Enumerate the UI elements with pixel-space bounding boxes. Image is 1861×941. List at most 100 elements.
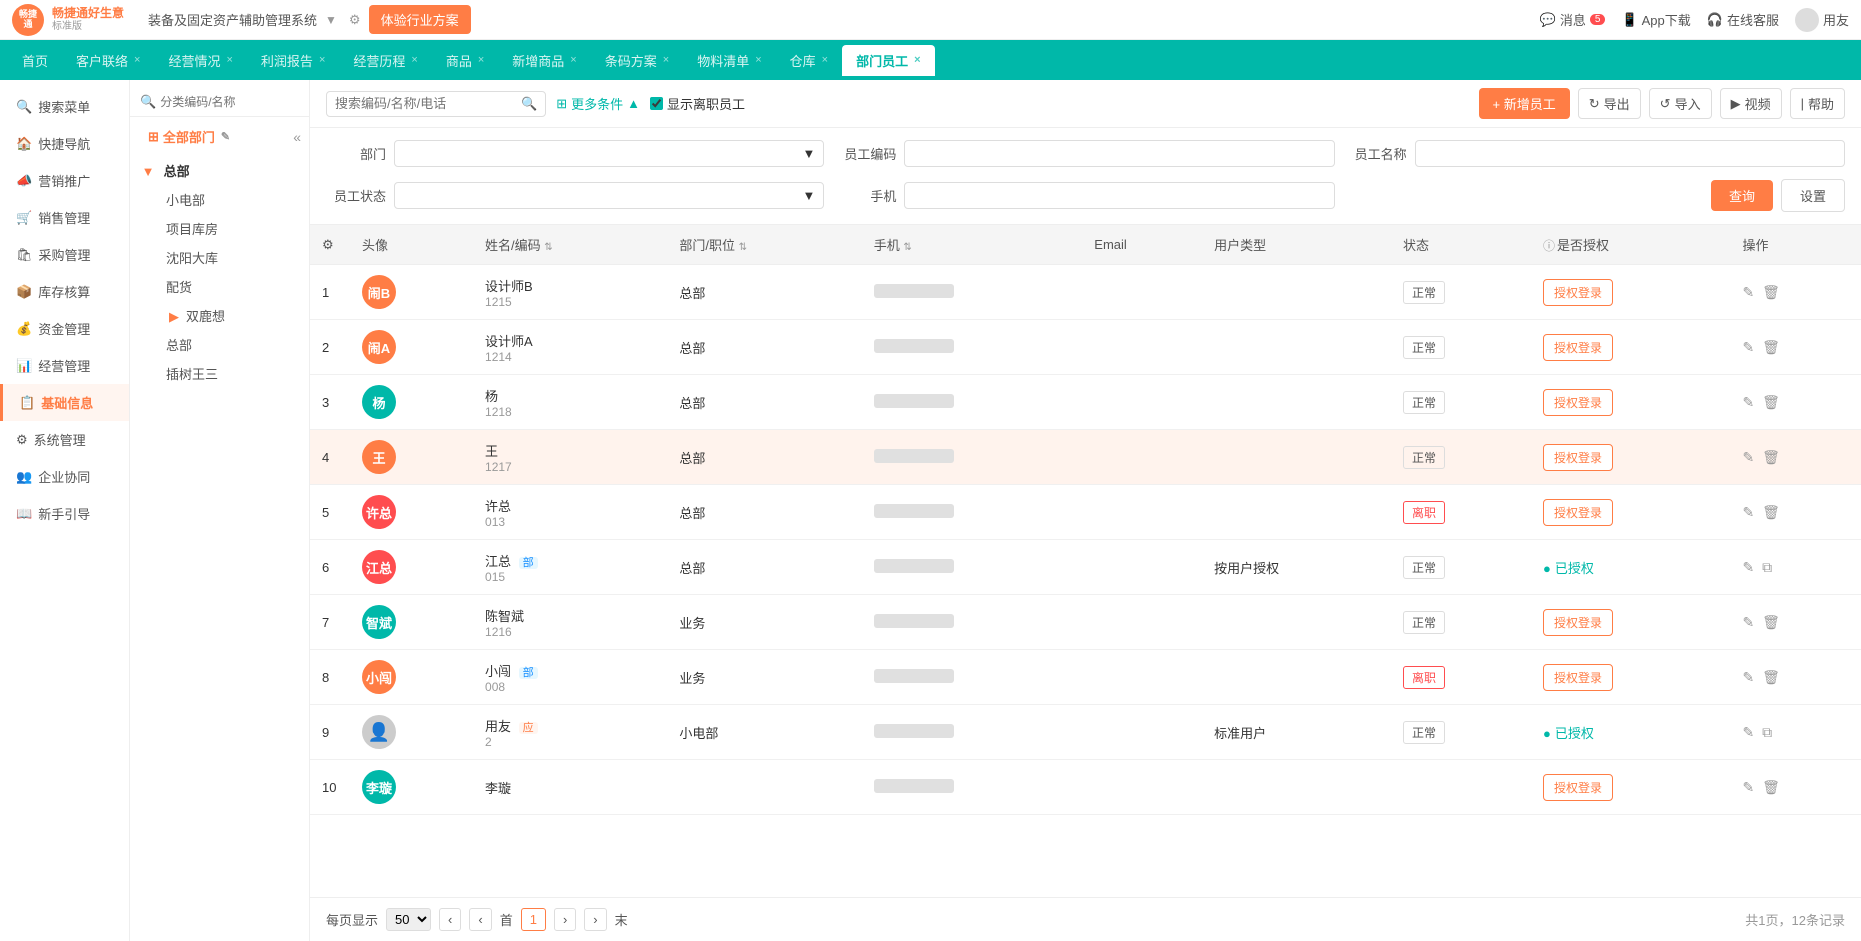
add-employee-button[interactable]: + 新增员工 [1479, 88, 1570, 119]
edit-icon[interactable]: ✎ [1742, 449, 1754, 466]
delete-icon[interactable]: 🗑 [1762, 394, 1780, 411]
dept-item-project[interactable]: 项目库房 [150, 214, 309, 243]
auth-button[interactable]: 授权登录 [1543, 664, 1613, 691]
prev-button[interactable]: ‹ [469, 908, 491, 931]
search-input[interactable] [335, 96, 515, 111]
show-resigned-input[interactable] [650, 97, 663, 110]
show-resigned-checkbox[interactable]: 显示离职员工 [650, 94, 745, 113]
close-icon[interactable]: × [822, 54, 828, 66]
sidebar-item-sales[interactable]: 🛒 销售管理 [0, 199, 129, 236]
tab-history[interactable]: 经营历程× [339, 45, 431, 76]
tab-customer[interactable]: 客户联络× [62, 45, 154, 76]
edit-icon[interactable]: ✎ [1742, 779, 1754, 796]
sidebar-item-system[interactable]: ⚙ 系统管理 [0, 421, 129, 458]
search-btn-icon[interactable]: 🔍 [521, 96, 537, 112]
col-name[interactable]: 姓名/编码 ⇅ [473, 225, 667, 265]
export-button[interactable]: ↻ 导出 [1578, 88, 1641, 119]
auth-button[interactable]: 授权登录 [1543, 774, 1613, 801]
emp-name-filter-input[interactable] [1415, 140, 1845, 167]
dept-collapse-button[interactable]: « [293, 129, 301, 145]
copy-icon[interactable]: ⧉ [1762, 724, 1772, 741]
close-icon[interactable]: × [319, 54, 325, 66]
auth-button[interactable]: 授权登录 [1543, 499, 1613, 526]
delete-icon[interactable]: 🗑 [1762, 669, 1780, 686]
col-dept[interactable]: 部门/职位 ⇅ [667, 225, 861, 265]
delete-icon[interactable]: 🗑 [1762, 284, 1780, 301]
help-button[interactable]: | 帮助 [1790, 88, 1845, 119]
delete-icon[interactable]: 🗑 [1762, 449, 1780, 466]
sidebar-item-purchase[interactable]: 🛍 采购管理 [0, 236, 129, 273]
close-icon[interactable]: × [663, 54, 669, 66]
emp-code-filter-input[interactable] [904, 140, 1334, 167]
dept-filter-select[interactable]: ▼ [394, 140, 824, 167]
close-icon[interactable]: × [411, 54, 417, 66]
close-icon[interactable]: × [134, 54, 140, 66]
sidebar-item-guide[interactable]: 📖 新手引导 [0, 495, 129, 532]
edit-icon[interactable]: ✎ [1742, 724, 1754, 741]
close-icon[interactable]: × [570, 54, 576, 66]
tab-goods[interactable]: 商品× [432, 45, 498, 76]
dept-item-chashu[interactable]: 插树王三 [150, 359, 309, 388]
prev-first-button[interactable]: ‹ [439, 908, 461, 931]
auth-button[interactable]: 授权登录 [1543, 279, 1613, 306]
sidebar-item-collab[interactable]: 👥 企业协同 [0, 458, 129, 495]
import-button[interactable]: ↺ 导入 [1649, 88, 1712, 119]
dept-item-shenyang[interactable]: 沈阳大库 [150, 243, 309, 272]
close-icon[interactable]: × [226, 54, 232, 66]
dept-header[interactable]: ⊞ 全部部门 ✎ [138, 121, 240, 152]
sidebar-item-search[interactable]: 🔍 搜索菜单 [0, 88, 129, 125]
dept-item-xiaodibu[interactable]: 小电部 [150, 185, 309, 214]
dept-item-zongbu[interactable]: 总部 [150, 330, 309, 359]
phone-filter-input[interactable] [904, 182, 1334, 209]
col-phone[interactable]: 手机 ⇅ [862, 225, 1083, 265]
user-button[interactable]: 用友 [1795, 8, 1849, 32]
edit-icon[interactable]: ✎ [1742, 284, 1754, 301]
trial-button[interactable]: 体验行业方案 [369, 5, 471, 34]
delete-icon[interactable]: 🗑 [1762, 339, 1780, 356]
auth-button[interactable]: 授权登录 [1543, 444, 1613, 471]
sidebar-item-basic-info[interactable]: 📋 基础信息 [0, 384, 129, 421]
tab-operation[interactable]: 经营情况× [154, 45, 246, 76]
view-button[interactable]: ▶ 视频 [1720, 88, 1782, 119]
edit-icon[interactable]: ✎ [1742, 559, 1754, 576]
sidebar-item-quicknav[interactable]: 🏠 快捷导航 [0, 125, 129, 162]
reset-button[interactable]: 设置 [1781, 179, 1845, 212]
edit-icon[interactable]: ✎ [1742, 504, 1754, 521]
close-icon[interactable]: × [478, 54, 484, 66]
tab-dept-staff[interactable]: 部门员工× [842, 45, 934, 76]
dept-item-shuanglu[interactable]: ▶双鹿想 [150, 301, 309, 330]
sidebar-item-business[interactable]: 📊 经营管理 [0, 347, 129, 384]
app-download-button[interactable]: 📱 App下载 [1621, 10, 1690, 29]
tab-bom[interactable]: 物料清单× [683, 45, 775, 76]
edit-icon[interactable]: ✎ [1742, 394, 1754, 411]
delete-icon[interactable]: 🗑 [1762, 614, 1780, 631]
copy-icon[interactable]: ⧉ [1762, 559, 1772, 576]
query-button[interactable]: 查询 [1711, 180, 1773, 211]
sidebar-item-marketing[interactable]: 📣 营销推广 [0, 162, 129, 199]
settings-icon[interactable]: ⚙ [349, 12, 361, 28]
next-button[interactable]: › [554, 908, 576, 931]
sidebar-item-inventory[interactable]: 📦 库存核算 [0, 273, 129, 310]
tab-warehouse[interactable]: 仓库× [776, 45, 842, 76]
per-page-select[interactable]: 50 [386, 908, 431, 931]
more-filter-button[interactable]: ⊞ 更多条件 ▲ [556, 94, 640, 113]
auth-button[interactable]: 授权登录 [1543, 334, 1613, 361]
dept-item-peiho[interactable]: 配货 [150, 272, 309, 301]
status-filter-select[interactable]: ▼ [394, 182, 824, 209]
tab-home[interactable]: 首页 [8, 45, 62, 76]
close-icon[interactable]: × [914, 54, 920, 66]
edit-icon[interactable]: ✎ [1742, 614, 1754, 631]
dept-search-input[interactable] [160, 95, 310, 109]
next-last-button[interactable]: › [584, 908, 606, 931]
col-settings[interactable]: ⚙ [310, 225, 350, 265]
tab-barcode[interactable]: 条码方案× [591, 45, 683, 76]
tab-new-goods[interactable]: 新增商品× [498, 45, 590, 76]
tab-profit[interactable]: 利润报告× [247, 45, 339, 76]
close-icon[interactable]: × [755, 54, 761, 66]
edit-icon[interactable]: ✎ [1742, 339, 1754, 356]
auth-button[interactable]: 授权登录 [1543, 389, 1613, 416]
sidebar-item-finance[interactable]: 💰 资金管理 [0, 310, 129, 347]
edit-icon[interactable]: ✎ [1742, 669, 1754, 686]
dept-tree-root[interactable]: ▼ 总部 [130, 156, 309, 185]
message-button[interactable]: 💬 消息 5 [1540, 10, 1606, 29]
